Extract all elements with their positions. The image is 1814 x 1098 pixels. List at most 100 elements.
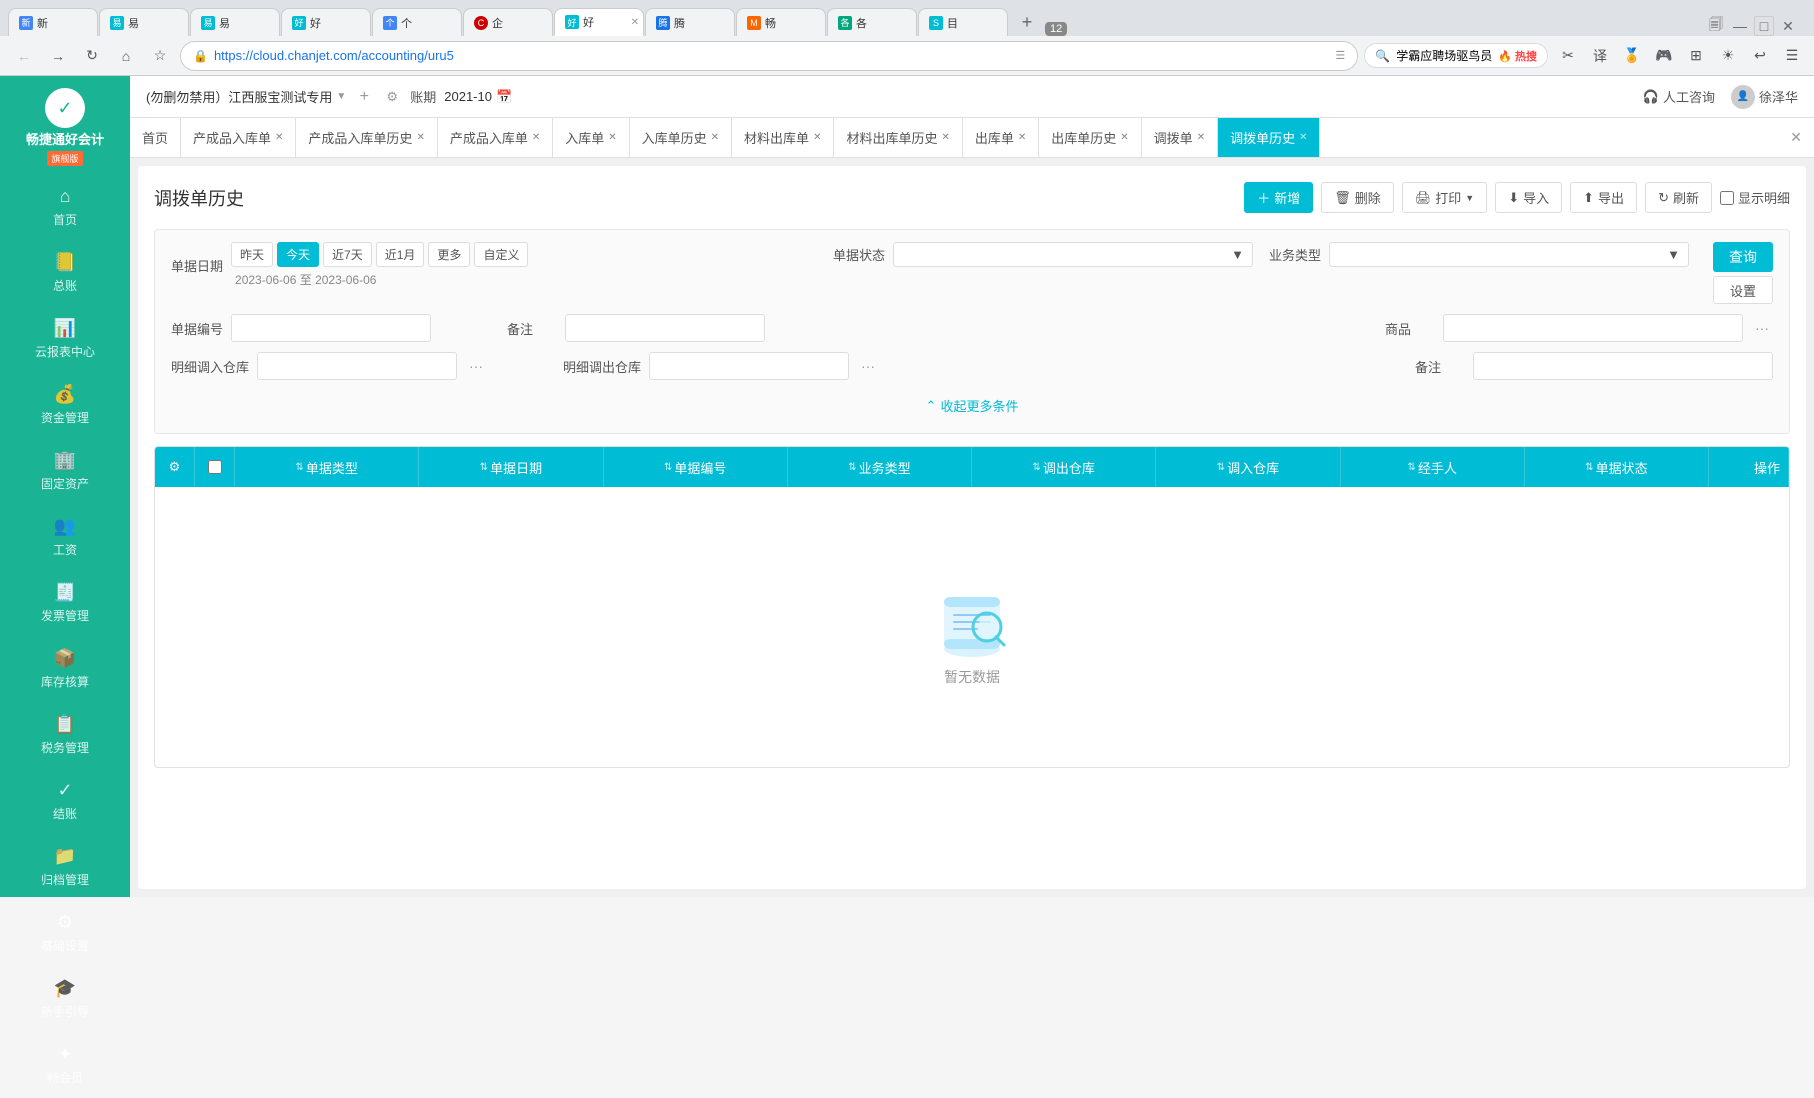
detail-out-select-button[interactable]: ··· <box>857 358 879 374</box>
th-order-type[interactable]: ⇅ 单据类型 <box>235 447 419 487</box>
game-icon[interactable]: 🎮 <box>1652 44 1676 68</box>
import-button[interactable]: ⬇ 导入 <box>1495 182 1562 213</box>
bookmark-button[interactable]: ☆ <box>146 42 174 70</box>
select-all-checkbox[interactable] <box>208 460 222 474</box>
maximize-button[interactable]: □ <box>1754 16 1774 36</box>
th-checkbox[interactable] <box>195 447 235 487</box>
translate-icon[interactable]: 译 <box>1588 44 1612 68</box>
menu-icon[interactable]: ☰ <box>1780 44 1804 68</box>
print-button[interactable]: 🖨 打印 ▼ <box>1402 182 1487 213</box>
reward-icon[interactable]: 🏅 <box>1620 44 1644 68</box>
th-transfer-out[interactable]: ⇅ 调出仓库 <box>972 447 1156 487</box>
detail-in-select-button[interactable]: ··· <box>465 358 487 374</box>
tab-close-7[interactable]: ✕ <box>631 17 639 28</box>
browser-tab-4[interactable]: 好 好 <box>281 8 371 36</box>
sidebar-item-guide[interactable]: 🎓 新手引导 <box>0 966 130 1032</box>
address-bar[interactable]: 🔒 https://cloud.chanjet.com/accounting/u… <box>180 41 1358 71</box>
sidebar-item-inventory[interactable]: 📦 库存核算 <box>0 636 130 702</box>
remark2-input[interactable] <box>1473 352 1773 380</box>
undo-icon[interactable]: ↩ <box>1748 44 1772 68</box>
browser-tab-1[interactable]: 新 新 <box>8 8 98 36</box>
date-btn-7days[interactable]: 近7天 <box>323 242 372 267</box>
sidebar-item-home[interactable]: ⌂ 首页 <box>0 174 130 240</box>
browser-tab-11[interactable]: S 目 <box>918 8 1008 36</box>
export-button[interactable]: ⬆ 导出 <box>1570 182 1637 213</box>
sidebar-item-tax[interactable]: 📋 税务管理 <box>0 702 130 768</box>
th-order-no[interactable]: ⇅ 单据编号 <box>604 447 788 487</box>
nav-tab-product-in2[interactable]: 产成品入库单 ✕ <box>438 118 553 157</box>
browser-search-box[interactable]: 🔍 学霸应聘场驱鸟员 🔥 热搜 <box>1364 43 1548 68</box>
scissors-icon[interactable]: ✂ <box>1556 44 1580 68</box>
browser-tab-5[interactable]: 个 个 <box>372 8 462 36</box>
new-tab-button[interactable]: + <box>1013 8 1041 36</box>
date-btn-1month[interactable]: 近1月 <box>376 242 425 267</box>
status-dropdown[interactable]: ▼ <box>893 242 1253 267</box>
browser-tab-9[interactable]: M 畅 <box>736 8 826 36</box>
sidebar-item-settings[interactable]: ⚙ 基础设置 <box>0 900 130 966</box>
date-btn-custom[interactable]: 自定义 <box>474 242 528 267</box>
sidebar-item-archive[interactable]: 📁 归档管理 <box>0 834 130 900</box>
company-selector[interactable]: (勿删勿禁用）江西服宝测试专用 ▼ <box>146 87 346 106</box>
setup-button[interactable]: 设置 <box>1713 276 1773 304</box>
th-business-type[interactable]: ⇅ 业务类型 <box>788 447 972 487</box>
nav-tab-close-10[interactable]: ✕ <box>1197 132 1205 143</box>
nav-tab-close-11[interactable]: ✕ <box>1299 132 1307 143</box>
browser-tab-7[interactable]: 好 好 ✕ <box>554 8 644 36</box>
date-btn-yesterday[interactable]: 昨天 <box>231 242 273 267</box>
nav-tab-out-order[interactable]: 出库单 ✕ <box>963 118 1039 157</box>
sidebar-item-member[interactable]: ✦ 畅会员 <box>0 1032 130 1098</box>
forward-button[interactable]: → <box>44 42 72 70</box>
remark-input[interactable] <box>565 314 765 342</box>
browser-tab-2[interactable]: 易 易 <box>99 8 189 36</box>
grid-icon[interactable]: ⊞ <box>1684 44 1708 68</box>
nav-tab-home[interactable]: 首页 <box>130 118 181 157</box>
sidebar-item-ledger[interactable]: 📒 总账 <box>0 240 130 306</box>
nav-tab-transfer-history[interactable]: 调拨单历史 ✕ <box>1218 118 1320 157</box>
nav-tab-product-in-history[interactable]: 产成品入库单历史 ✕ <box>296 118 437 157</box>
service-button[interactable]: 🎧 人工咨询 <box>1643 87 1715 106</box>
date-btn-today[interactable]: 今天 <box>277 242 319 267</box>
sidebar-item-capital[interactable]: 💰 资金管理 <box>0 372 130 438</box>
sidebar-item-reports[interactable]: 📊 云报表中心 <box>0 306 130 372</box>
nav-tab-close-3[interactable]: ✕ <box>532 132 540 143</box>
order-no-input[interactable] <box>231 314 431 342</box>
nav-tab-product-in[interactable]: 产成品入库单 ✕ <box>181 118 296 157</box>
business-type-dropdown[interactable]: ▼ <box>1329 242 1689 267</box>
refresh-button[interactable]: ↻ 刷新 <box>1645 182 1712 213</box>
nav-tab-close-8[interactable]: ✕ <box>1018 132 1026 143</box>
minimize-button[interactable]: — <box>1730 16 1750 36</box>
th-transfer-in[interactable]: ⇅ 调入仓库 <box>1156 447 1340 487</box>
nav-tab-close-2[interactable]: ✕ <box>416 132 424 143</box>
nav-tab-material-out-history[interactable]: 材料出库单历史 ✕ <box>834 118 962 157</box>
close-all-tabs-button[interactable]: ✕ <box>1778 129 1814 146</box>
nav-tab-out-history[interactable]: 出库单历史 ✕ <box>1039 118 1141 157</box>
nav-tab-close-6[interactable]: ✕ <box>813 132 821 143</box>
sidebar-logo[interactable]: ✓ 畅捷通好会计 旗舰版 <box>0 76 130 174</box>
detail-out-input[interactable] <box>649 352 849 380</box>
close-window-button[interactable]: ✕ <box>1778 16 1798 36</box>
nav-tab-in-history[interactable]: 入库单历史 ✕ <box>630 118 732 157</box>
browser-tab-6[interactable]: C 企 <box>463 8 553 36</box>
delete-button[interactable]: 🗑 删除 <box>1321 182 1394 213</box>
sidebar-item-close[interactable]: ✓ 结账 <box>0 768 130 834</box>
detail-in-input[interactable] <box>257 352 457 380</box>
date-btn-more[interactable]: 更多 <box>428 242 470 267</box>
nav-tab-close-9[interactable]: ✕ <box>1120 132 1128 143</box>
user-profile-button[interactable]: 👤 徐泽华 <box>1731 85 1798 109</box>
nav-tab-transfer[interactable]: 调拨单 ✕ <box>1142 118 1218 157</box>
add-company-button[interactable]: + <box>354 87 374 107</box>
collapse-filter-button[interactable]: ⌃ 收起更多条件 <box>171 390 1773 421</box>
sidebar-item-invoice[interactable]: 🧾 发票管理 <box>0 570 130 636</box>
reload-button[interactable]: ↻ <box>78 42 106 70</box>
th-settings[interactable]: ⚙ <box>155 447 195 487</box>
company-settings-button[interactable]: ⚙ <box>382 87 402 107</box>
browser-tab-10[interactable]: 各 各 <box>827 8 917 36</box>
th-order-status[interactable]: ⇅ 单据状态 <box>1525 447 1709 487</box>
nav-tab-in-order[interactable]: 入库单 ✕ <box>553 118 629 157</box>
period-selector[interactable]: 2021-10 📅 <box>444 89 512 105</box>
nav-tab-close-1[interactable]: ✕ <box>275 132 283 143</box>
goods-select-button[interactable]: ··· <box>1751 320 1773 336</box>
browser-tab-8[interactable]: 腾 腾 <box>645 8 735 36</box>
nav-tab-material-out[interactable]: 材料出库单 ✕ <box>732 118 834 157</box>
nav-tab-close-4[interactable]: ✕ <box>608 132 616 143</box>
